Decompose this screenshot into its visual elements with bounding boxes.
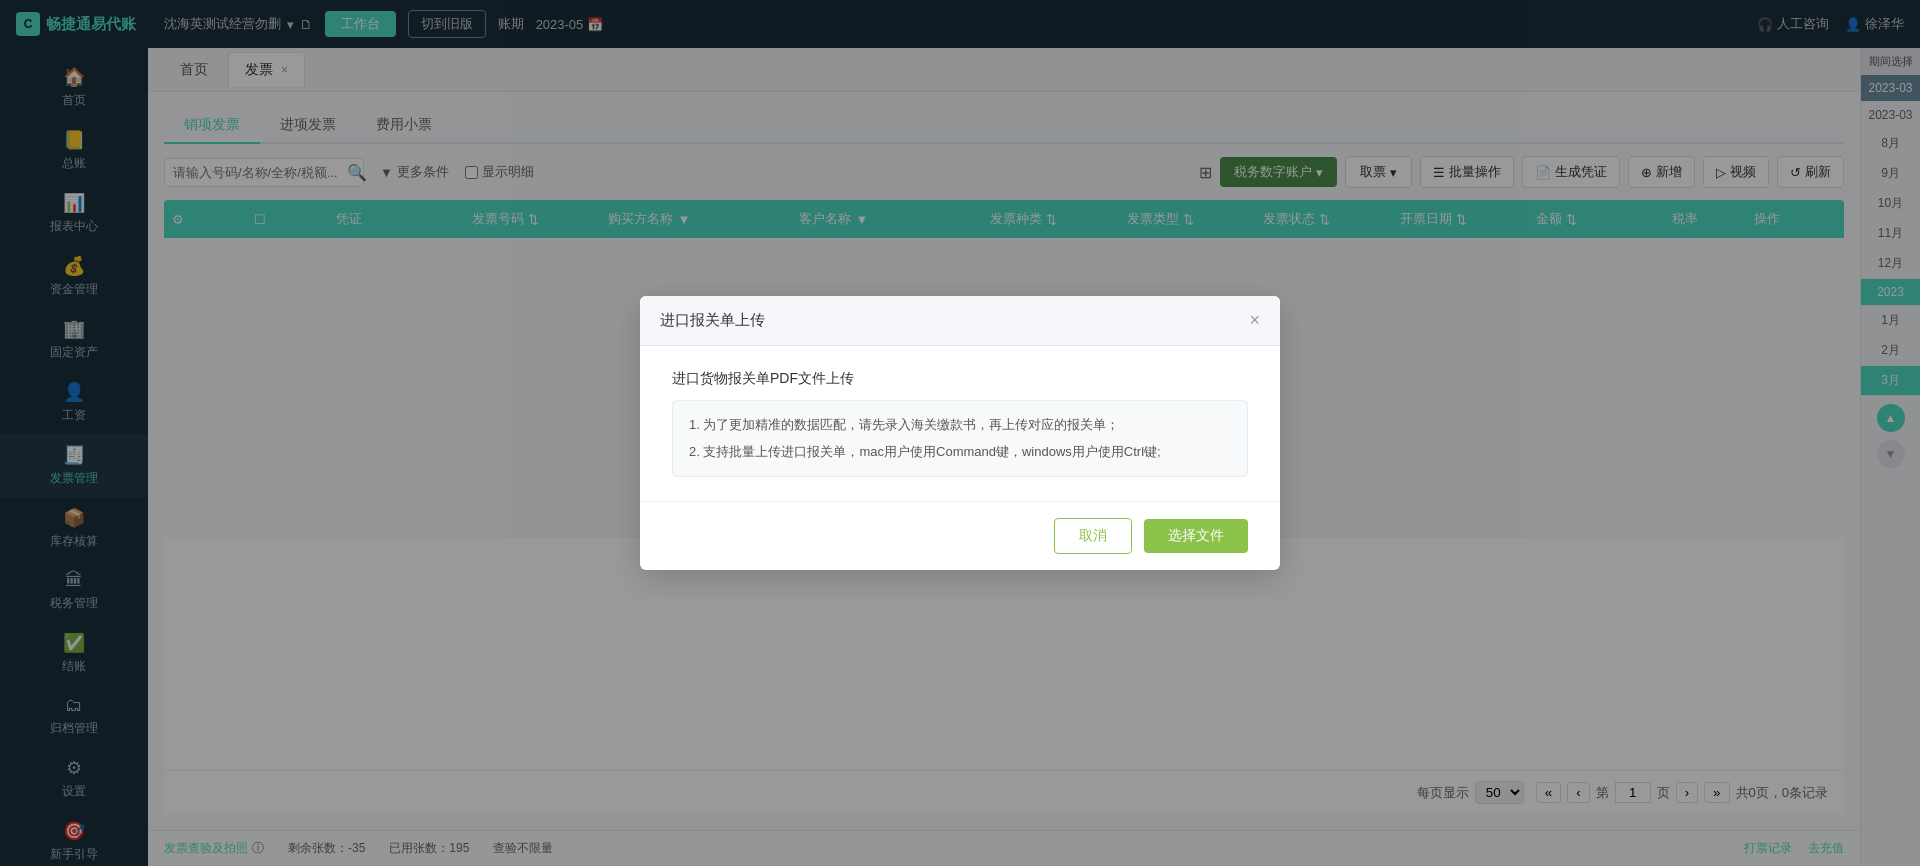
modal-footer: 取消 选择文件 [640,501,1280,570]
modal-close-button[interactable]: × [1249,310,1260,331]
modal-section-title: 进口货物报关单PDF文件上传 [672,370,1248,388]
modal-overlay: 进口报关单上传 × 进口货物报关单PDF文件上传 1. 为了更加精准的数据匹配，… [0,0,1920,866]
modal-select-file-button[interactable]: 选择文件 [1144,519,1248,553]
modal-info-1: 1. 为了更加精准的数据匹配，请先录入海关缴款书，再上传对应的报关单； [689,415,1231,436]
modal-info-box: 1. 为了更加精准的数据匹配，请先录入海关缴款书，再上传对应的报关单； 2. 支… [672,400,1248,478]
modal-header: 进口报关单上传 × [640,296,1280,346]
modal-info-2: 2. 支持批量上传进口报关单，mac用户使用Command键，windows用户… [689,442,1231,463]
import-modal: 进口报关单上传 × 进口货物报关单PDF文件上传 1. 为了更加精准的数据匹配，… [640,296,1280,571]
modal-title: 进口报关单上传 [660,311,765,330]
modal-cancel-button[interactable]: 取消 [1054,518,1132,554]
modal-body: 进口货物报关单PDF文件上传 1. 为了更加精准的数据匹配，请先录入海关缴款书，… [640,346,1280,502]
